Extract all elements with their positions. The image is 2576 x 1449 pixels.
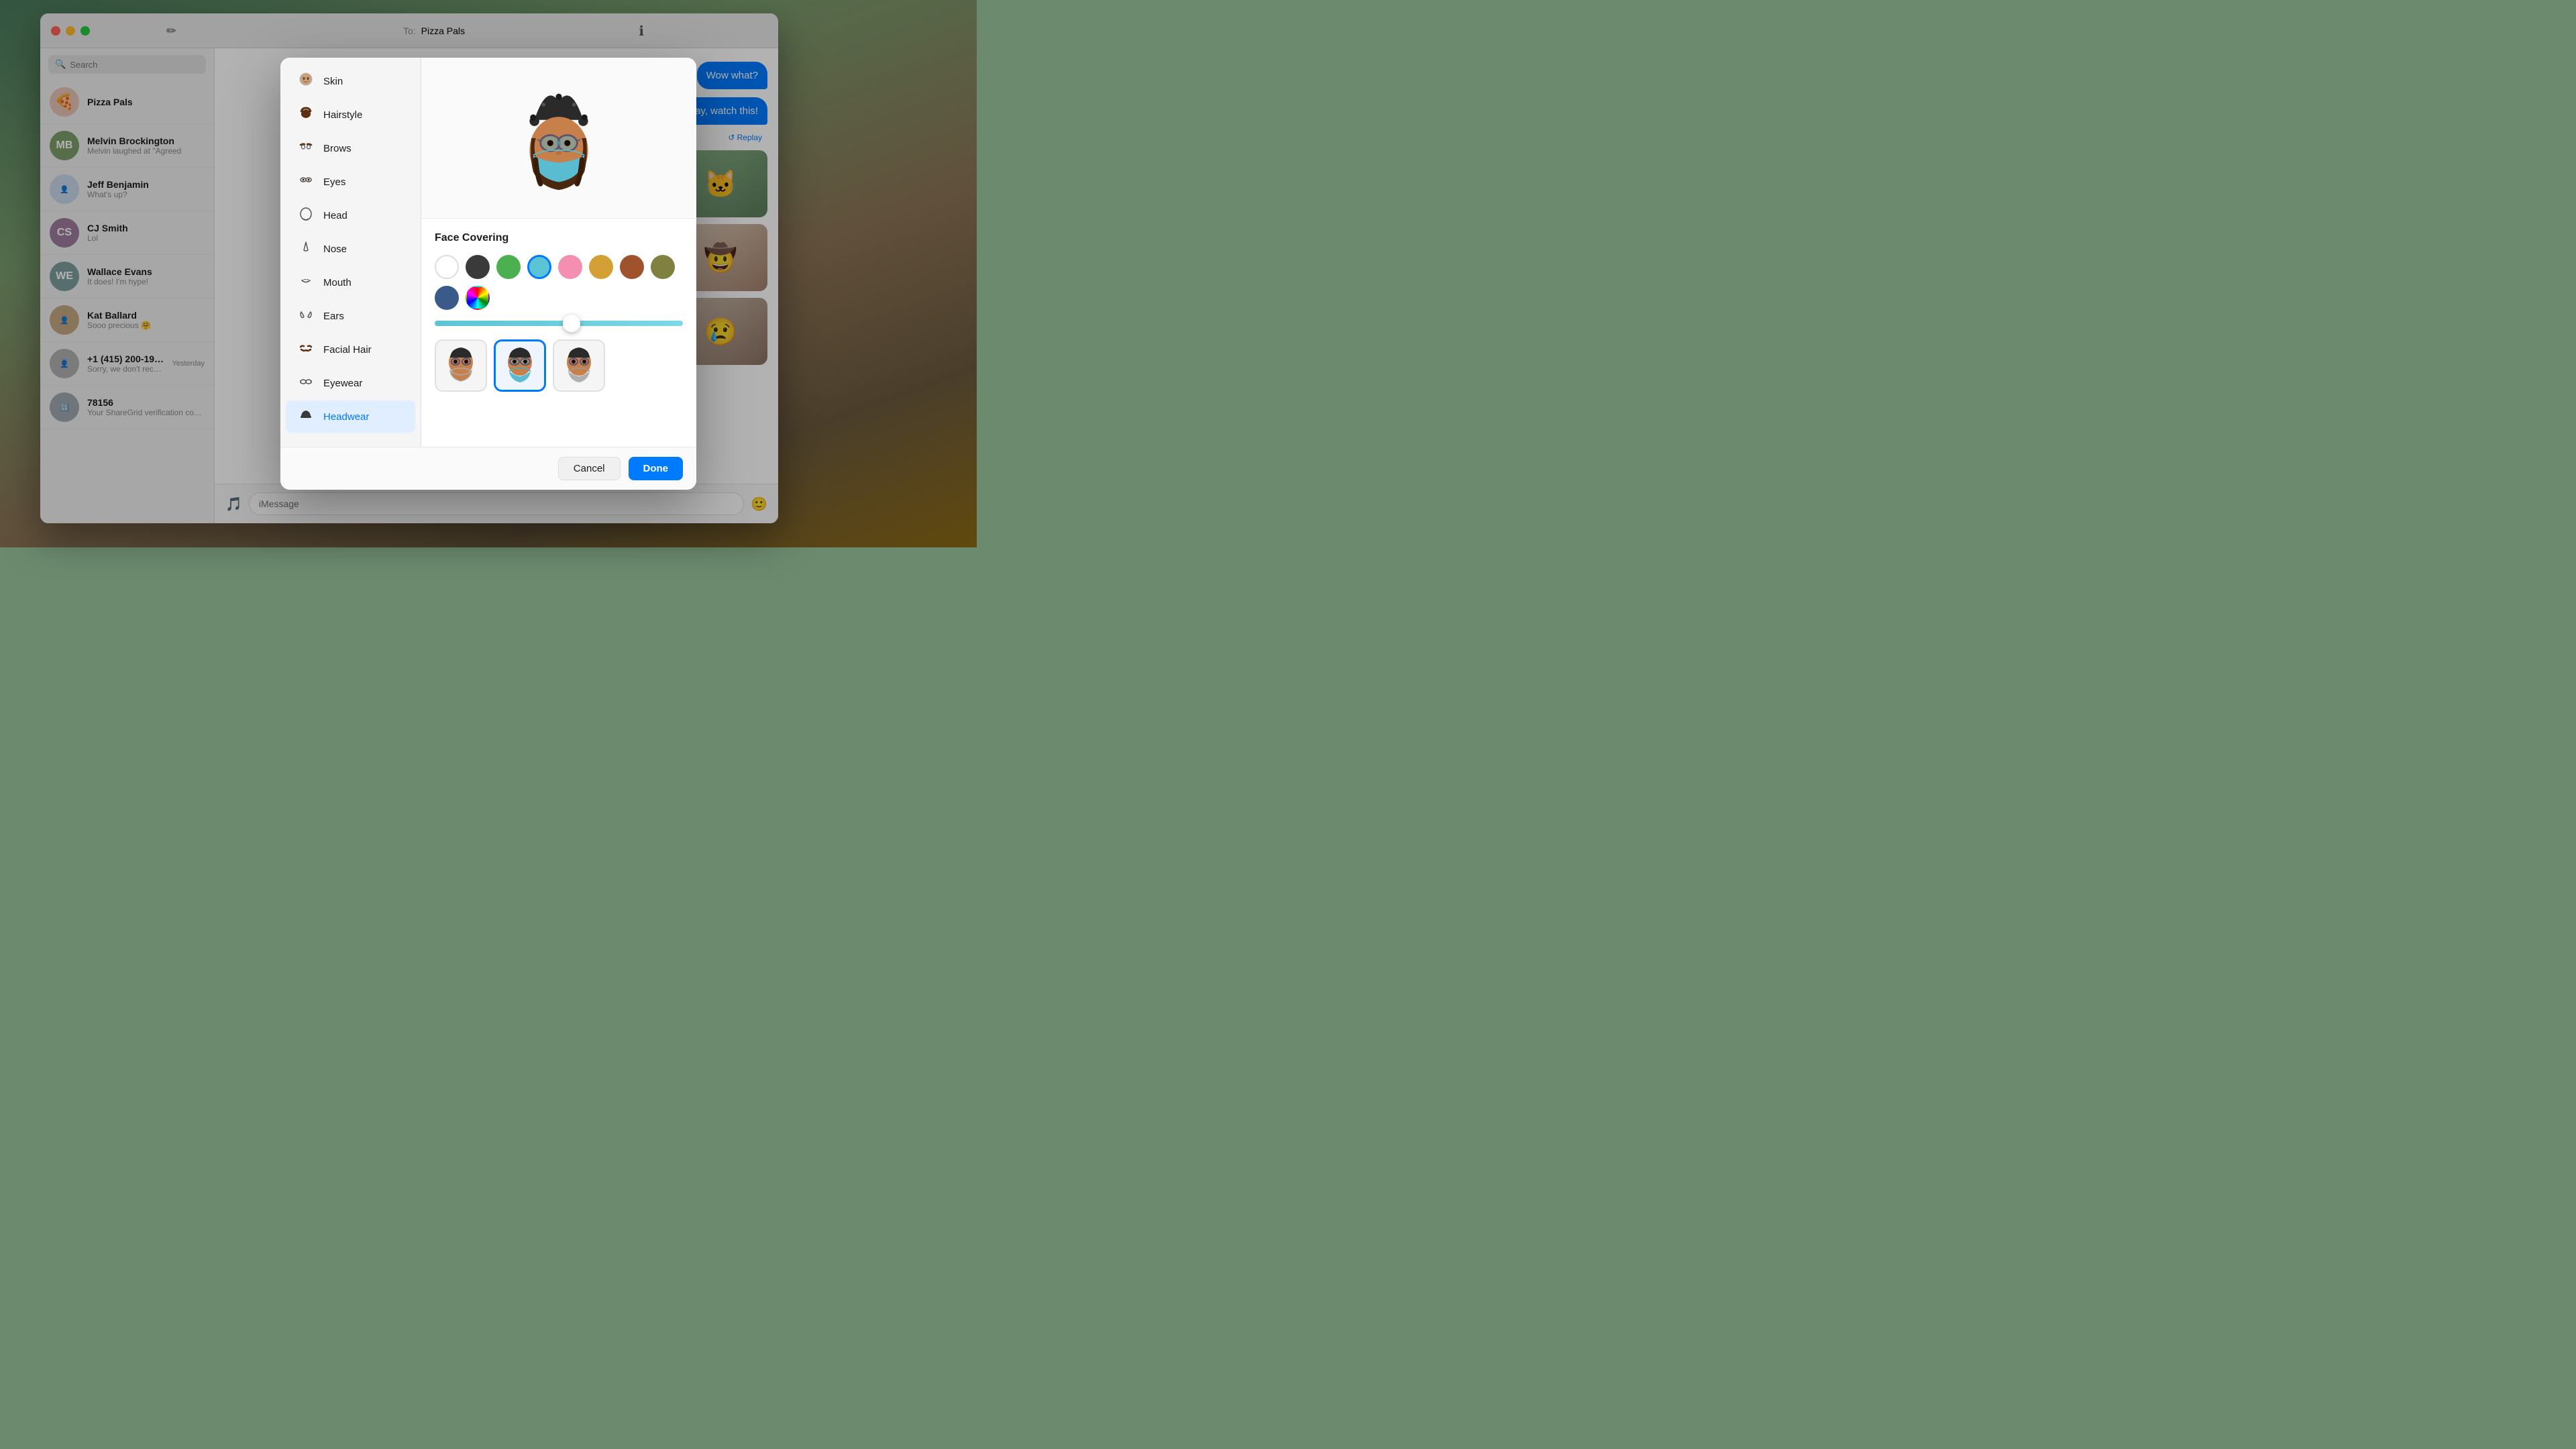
- variant-item-3[interactable]: [553, 339, 605, 392]
- color-swatch-olive[interactable]: [651, 255, 675, 279]
- mouth-icon: [297, 273, 315, 292]
- slider-track[interactable]: [435, 321, 683, 326]
- nav-item-brows[interactable]: Brows: [286, 132, 415, 164]
- nose-icon: [297, 239, 315, 258]
- headwear-icon: [297, 407, 315, 426]
- nav-label-ears: Ears: [323, 311, 344, 322]
- variant-item-2[interactable]: [494, 339, 546, 392]
- nav-item-hairstyle[interactable]: Hairstyle: [286, 99, 415, 131]
- nav-item-facial-hair[interactable]: Facial Hair: [286, 333, 415, 366]
- nav-label-mouth: Mouth: [323, 277, 352, 288]
- color-swatch-brown[interactable]: [620, 255, 644, 279]
- color-swatches: [435, 255, 683, 310]
- eyewear-icon: [297, 374, 315, 392]
- variant-row: [435, 339, 683, 392]
- editor-panel: Face Covering: [421, 58, 696, 447]
- skin-icon: [297, 72, 315, 91]
- nav-label-eyewear: Eyewear: [323, 378, 362, 389]
- facial-hair-icon: [297, 340, 315, 359]
- cancel-button[interactable]: Cancel: [558, 457, 621, 480]
- color-swatch-green[interactable]: [496, 255, 521, 279]
- head-icon: [297, 206, 315, 225]
- color-swatch-rainbow[interactable]: [466, 286, 490, 310]
- brows-icon: [297, 139, 315, 158]
- memoji-editor-dialog: Skin Hairstyle: [280, 58, 696, 490]
- done-button[interactable]: Done: [629, 457, 684, 480]
- hairstyle-icon: [297, 105, 315, 124]
- dialog-footer: Cancel Done: [280, 447, 696, 490]
- color-swatch-lightblue[interactable]: [527, 255, 551, 279]
- color-swatch-navy[interactable]: [435, 286, 459, 310]
- nav-item-eyes[interactable]: Eyes: [286, 166, 415, 198]
- slider-thumb[interactable]: [563, 315, 580, 332]
- nav-item-headwear[interactable]: Headwear: [286, 400, 415, 433]
- color-swatch-gold[interactable]: [589, 255, 613, 279]
- panel-title: Face Covering: [435, 232, 683, 244]
- nav-item-head[interactable]: Head: [286, 199, 415, 231]
- nav-item-nose[interactable]: Nose: [286, 233, 415, 265]
- nav-label-eyes: Eyes: [323, 176, 345, 188]
- nav-label-facial-hair: Facial Hair: [323, 344, 372, 356]
- eyes-icon: [297, 172, 315, 191]
- dialog-overlay: Skin Hairstyle: [0, 0, 977, 547]
- color-swatch-pink[interactable]: [558, 255, 582, 279]
- face-covering-panel: Face Covering: [421, 219, 696, 447]
- nav-item-mouth[interactable]: Mouth: [286, 266, 415, 299]
- nav-label-headwear: Headwear: [323, 411, 369, 423]
- nav-item-ears[interactable]: Ears: [286, 300, 415, 332]
- memoji-character: [492, 71, 626, 205]
- editor-nav: Skin Hairstyle: [280, 58, 421, 447]
- variant-item-1[interactable]: [435, 339, 487, 392]
- color-swatch-black[interactable]: [466, 255, 490, 279]
- nav-item-skin[interactable]: Skin: [286, 65, 415, 97]
- slider-container: [435, 321, 683, 326]
- nav-item-eyewear[interactable]: Eyewear: [286, 367, 415, 399]
- nav-label-hairstyle: Hairstyle: [323, 109, 362, 121]
- dialog-body: Skin Hairstyle: [280, 58, 696, 447]
- nav-label-brows: Brows: [323, 143, 352, 154]
- nav-label-nose: Nose: [323, 244, 347, 255]
- memoji-preview: [421, 58, 696, 219]
- nav-label-skin: Skin: [323, 76, 343, 87]
- color-swatch-white[interactable]: [435, 255, 459, 279]
- nav-label-head: Head: [323, 210, 347, 221]
- ears-icon: [297, 307, 315, 325]
